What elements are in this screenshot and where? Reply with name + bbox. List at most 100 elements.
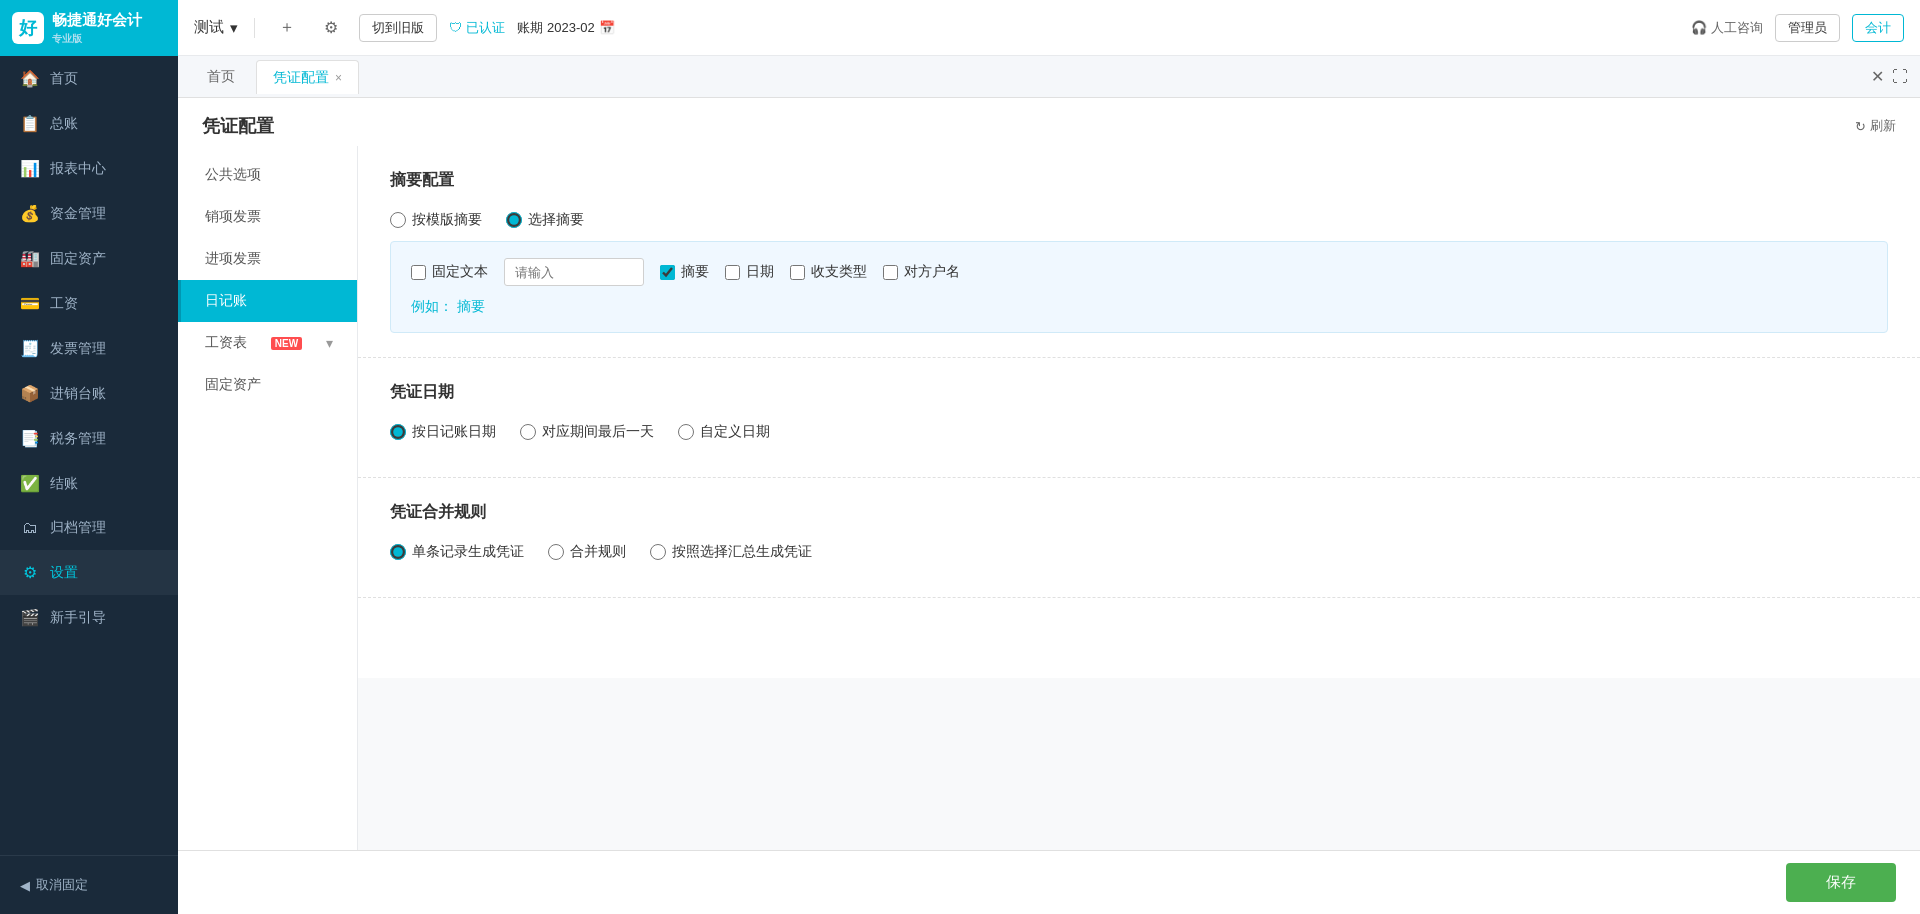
left-nav-sales-invoice-label: 销项发票	[205, 208, 261, 224]
radio-merge-rule[interactable]: 合并规则	[548, 543, 626, 561]
radio-template-label: 按模版摘要	[412, 211, 482, 229]
sidebar-item-settings[interactable]: ⚙ 设置	[0, 550, 178, 595]
company-selector[interactable]: 测试 ▾	[194, 18, 238, 37]
sidebar-item-archive[interactable]: 🗂 归档管理	[0, 506, 178, 550]
page-footer: 保存	[178, 850, 1920, 914]
switch-version-btn[interactable]: 切到旧版	[359, 14, 437, 42]
checkbox-payment-type[interactable]: 收支类型	[790, 263, 867, 281]
radio-single[interactable]: 单条记录生成凭证	[390, 543, 524, 561]
sidebar-label-invoice: 发票管理	[50, 340, 106, 358]
sidebar-item-tax[interactable]: 📑 税务管理	[0, 416, 178, 461]
checkbox-date[interactable]: 日期	[725, 263, 774, 281]
refresh-btn[interactable]: ↻ 刷新	[1855, 117, 1896, 135]
date-section: 凭证日期 按日记账日期 对应期间最后一天	[358, 358, 1920, 478]
tax-icon: 📑	[20, 429, 40, 448]
tab-home-label: 首页	[207, 68, 235, 86]
sidebar-item-capital[interactable]: 💰 资金管理	[0, 191, 178, 236]
left-nav-purchase-invoice-label: 进项发票	[205, 250, 261, 266]
checkbox-fixed-text-input[interactable]	[411, 265, 426, 280]
tab-close-btn[interactable]: ×	[335, 71, 342, 85]
radio-journal-date[interactable]: 按日记账日期	[390, 423, 496, 441]
cancel-fixed-icon: ◀	[20, 878, 30, 893]
accountant-btn[interactable]: 会计	[1852, 14, 1904, 42]
sidebar-item-home[interactable]: 🏠 首页	[0, 56, 178, 101]
radio-custom-date-input[interactable]	[678, 424, 694, 440]
summary-config-row: 固定文本 摘要 日期	[411, 258, 1867, 286]
radio-select-merge-input[interactable]	[650, 544, 666, 560]
radio-select-merge[interactable]: 按照选择汇总生成凭证	[650, 543, 812, 561]
radio-merge-rule-input[interactable]	[548, 544, 564, 560]
capital-icon: 💰	[20, 204, 40, 223]
sidebar-item-reports[interactable]: 📊 报表中心	[0, 146, 178, 191]
left-nav-journal-label: 日记账	[205, 292, 247, 308]
checkbox-summary[interactable]: 摘要	[660, 263, 709, 281]
sidebar-item-invoice[interactable]: 🧾 发票管理	[0, 326, 178, 371]
help-label: 人工咨询	[1711, 19, 1763, 37]
certified-icon: 🛡	[449, 20, 462, 35]
settings-gear-btn[interactable]: ⚙	[315, 12, 347, 44]
sidebar-item-guide[interactable]: 🎬 新手引导	[0, 595, 178, 640]
left-nav-payroll[interactable]: 工资表 NEW ▾	[178, 322, 357, 364]
sidebar-item-salary[interactable]: 💳 工资	[0, 281, 178, 326]
save-btn[interactable]: 保存	[1786, 863, 1896, 902]
company-dropdown-icon: ▾	[230, 19, 238, 37]
sidebar-item-checkout[interactable]: ✅ 结账	[0, 461, 178, 506]
radio-period-last-input[interactable]	[520, 424, 536, 440]
checkbox-date-label: 日期	[746, 263, 774, 281]
summary-config-box: 固定文本 摘要 日期	[390, 241, 1888, 333]
checkbox-fixed-text[interactable]: 固定文本	[411, 263, 488, 281]
sidebar-item-fixed[interactable]: 🏭 固定资产	[0, 236, 178, 281]
tab-voucher-config[interactable]: 凭证配置 ×	[256, 60, 359, 94]
cancel-fixed-btn[interactable]: ◀ 取消固定	[0, 866, 178, 904]
radio-journal-date-input[interactable]	[390, 424, 406, 440]
radio-custom-date[interactable]: 自定义日期	[678, 423, 770, 441]
radio-single-input[interactable]	[390, 544, 406, 560]
home-icon: 🏠	[20, 69, 40, 88]
sales-icon: 📦	[20, 384, 40, 403]
period-label: 账期	[517, 19, 543, 37]
radio-template-input[interactable]	[390, 212, 406, 228]
radio-template[interactable]: 按模版摘要	[390, 211, 482, 229]
right-panel: 摘要配置 按模版摘要 选择摘要	[358, 146, 1920, 850]
left-nav-public[interactable]: 公共选项	[178, 154, 357, 196]
fullscreen-btn[interactable]: ⛶	[1892, 68, 1908, 86]
checkbox-payment-type-label: 收支类型	[811, 263, 867, 281]
admin-btn[interactable]: 管理员	[1775, 14, 1840, 42]
checkbox-counterparty[interactable]: 对方户名	[883, 263, 960, 281]
calendar-icon[interactable]: 📅	[599, 20, 615, 35]
archive-icon: 🗂	[20, 519, 40, 537]
left-nav-sales-invoice[interactable]: 销项发票	[178, 196, 357, 238]
help-btn[interactable]: 🎧 人工咨询	[1691, 19, 1763, 37]
checkout-icon: ✅	[20, 474, 40, 493]
ledger-icon: 📋	[20, 114, 40, 133]
add-btn[interactable]: ＋	[271, 12, 303, 44]
checkbox-counterparty-input[interactable]	[883, 265, 898, 280]
radio-period-last[interactable]: 对应期间最后一天	[520, 423, 654, 441]
radio-select-input[interactable]	[506, 212, 522, 228]
fixed-text-input[interactable]	[504, 258, 644, 286]
merge-section: 凭证合并规则 单条记录生成凭证 合并规则	[358, 478, 1920, 598]
tabbar: 首页 凭证配置 × ✕ ⛶	[178, 56, 1920, 98]
checkbox-summary-input[interactable]	[660, 265, 675, 280]
sidebar-item-ledger[interactable]: 📋 总账	[0, 101, 178, 146]
left-nav: 公共选项 销项发票 进项发票 日记账 工资表 NEW ▾	[178, 146, 358, 850]
merge-radio-group: 单条记录生成凭证 合并规则 按照选择汇总生成凭证	[390, 543, 1888, 561]
salary-icon: 💳	[20, 294, 40, 313]
sidebar-nav: 🏠 首页 📋 总账 📊 报表中心 💰 资金管理 🏭 固定资产 💳 工资 🧾 发票…	[0, 56, 178, 855]
radio-select[interactable]: 选择摘要	[506, 211, 584, 229]
checkbox-payment-type-input[interactable]	[790, 265, 805, 280]
sidebar-item-sales[interactable]: 📦 进销台账	[0, 371, 178, 416]
sidebar-label-archive: 归档管理	[50, 519, 106, 537]
example-value: 摘要	[457, 298, 485, 314]
tab-home[interactable]: 首页	[190, 60, 252, 94]
left-nav-purchase-invoice[interactable]: 进项发票	[178, 238, 357, 280]
page-title: 凭证配置	[202, 114, 274, 138]
left-nav-fixed-assets[interactable]: 固定资产	[178, 364, 357, 406]
close-window-btn[interactable]: ✕	[1871, 67, 1884, 86]
logo-badge: 专业版	[52, 32, 142, 46]
radio-merge-rule-label: 合并规则	[570, 543, 626, 561]
left-nav-journal[interactable]: 日记账	[178, 280, 357, 322]
checkbox-date-input[interactable]	[725, 265, 740, 280]
example-text: 例如： 摘要	[411, 298, 1867, 316]
sidebar-label-salary: 工资	[50, 295, 78, 313]
